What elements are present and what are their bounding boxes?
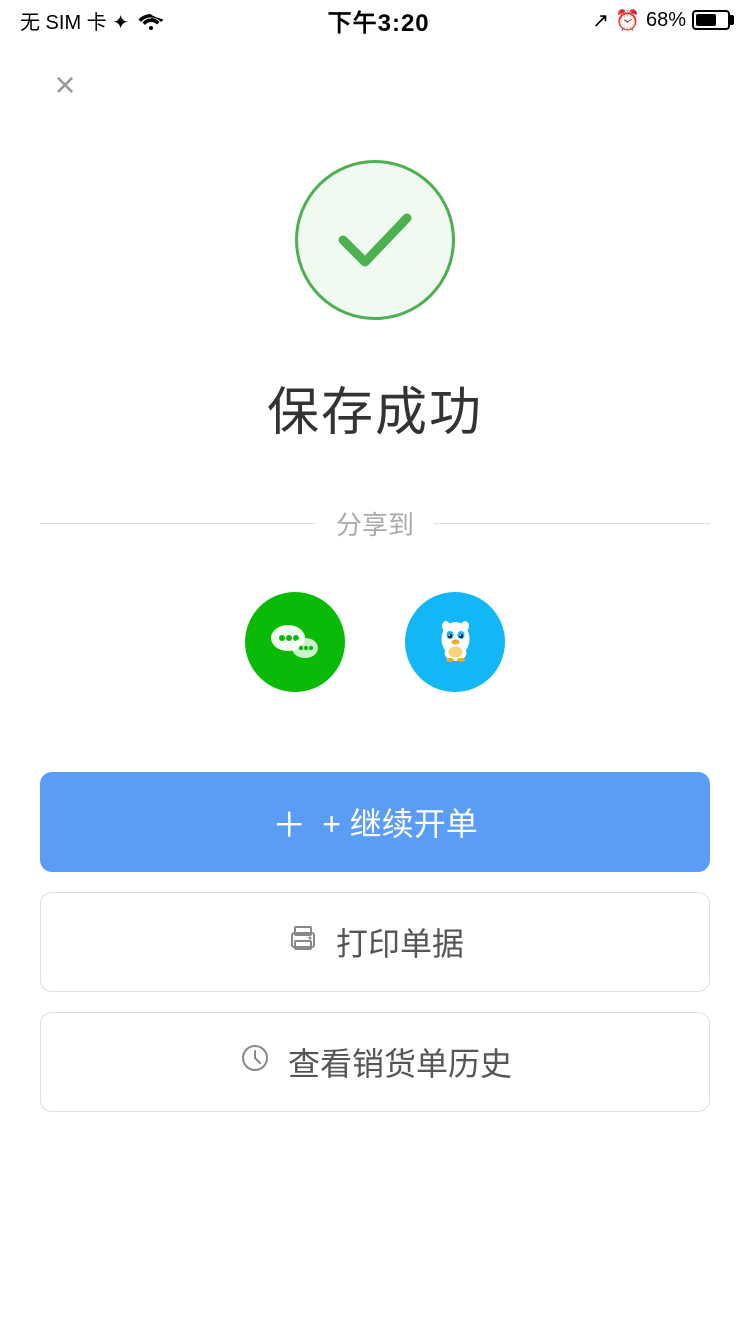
share-wechat-button[interactable] <box>245 592 345 692</box>
share-qq-button[interactable] <box>405 592 505 692</box>
success-circle <box>295 160 455 320</box>
share-divider: 分享到 <box>40 505 710 542</box>
print-label: 打印单据 <box>336 919 464 965</box>
printer-icon <box>286 921 320 964</box>
success-title: 保存成功 <box>267 370 483 445</box>
checkmark-icon <box>335 210 415 270</box>
wechat-icon <box>265 612 325 672</box>
history-label: 查看销货单历史 <box>288 1039 512 1085</box>
status-bar: 无 SIM 卡 ✦ 下午3:20 ↗ ⏰ 68% <box>0 0 750 40</box>
no-sim-text: 无 SIM 卡 ✦ <box>20 6 129 35</box>
alarm-icon: ⏰ <box>615 8 640 33</box>
share-label: 分享到 <box>336 505 414 542</box>
divider-right <box>434 523 710 524</box>
status-right: ↗ ⏰ 68% <box>592 8 730 33</box>
print-button[interactable]: 打印单据 <box>40 892 710 992</box>
history-icon <box>238 1041 272 1084</box>
close-button[interactable]: × <box>40 60 90 110</box>
status-time: 下午3:20 <box>328 3 430 38</box>
continue-label: + 继续开单 <box>322 799 478 845</box>
status-left: 无 SIM 卡 ✦ <box>20 6 165 35</box>
location-icon: ↗ <box>592 8 609 33</box>
battery-icon <box>692 10 730 30</box>
plus-icon: ＋ <box>272 798 306 847</box>
main-content: × 保存成功 分享到 <box>0 40 750 1334</box>
continue-button[interactable]: ＋ + 继续开单 <box>40 772 710 872</box>
qq-icon <box>428 615 483 670</box>
action-buttons: ＋ + 继续开单 打印单据 查看销货单历 <box>40 772 710 1112</box>
history-button[interactable]: 查看销货单历史 <box>40 1012 710 1112</box>
close-icon: × <box>54 67 75 103</box>
share-icons <box>245 592 505 692</box>
battery-percent: 68% <box>646 9 686 32</box>
wifi-icon <box>137 10 165 30</box>
divider-left <box>40 523 316 524</box>
